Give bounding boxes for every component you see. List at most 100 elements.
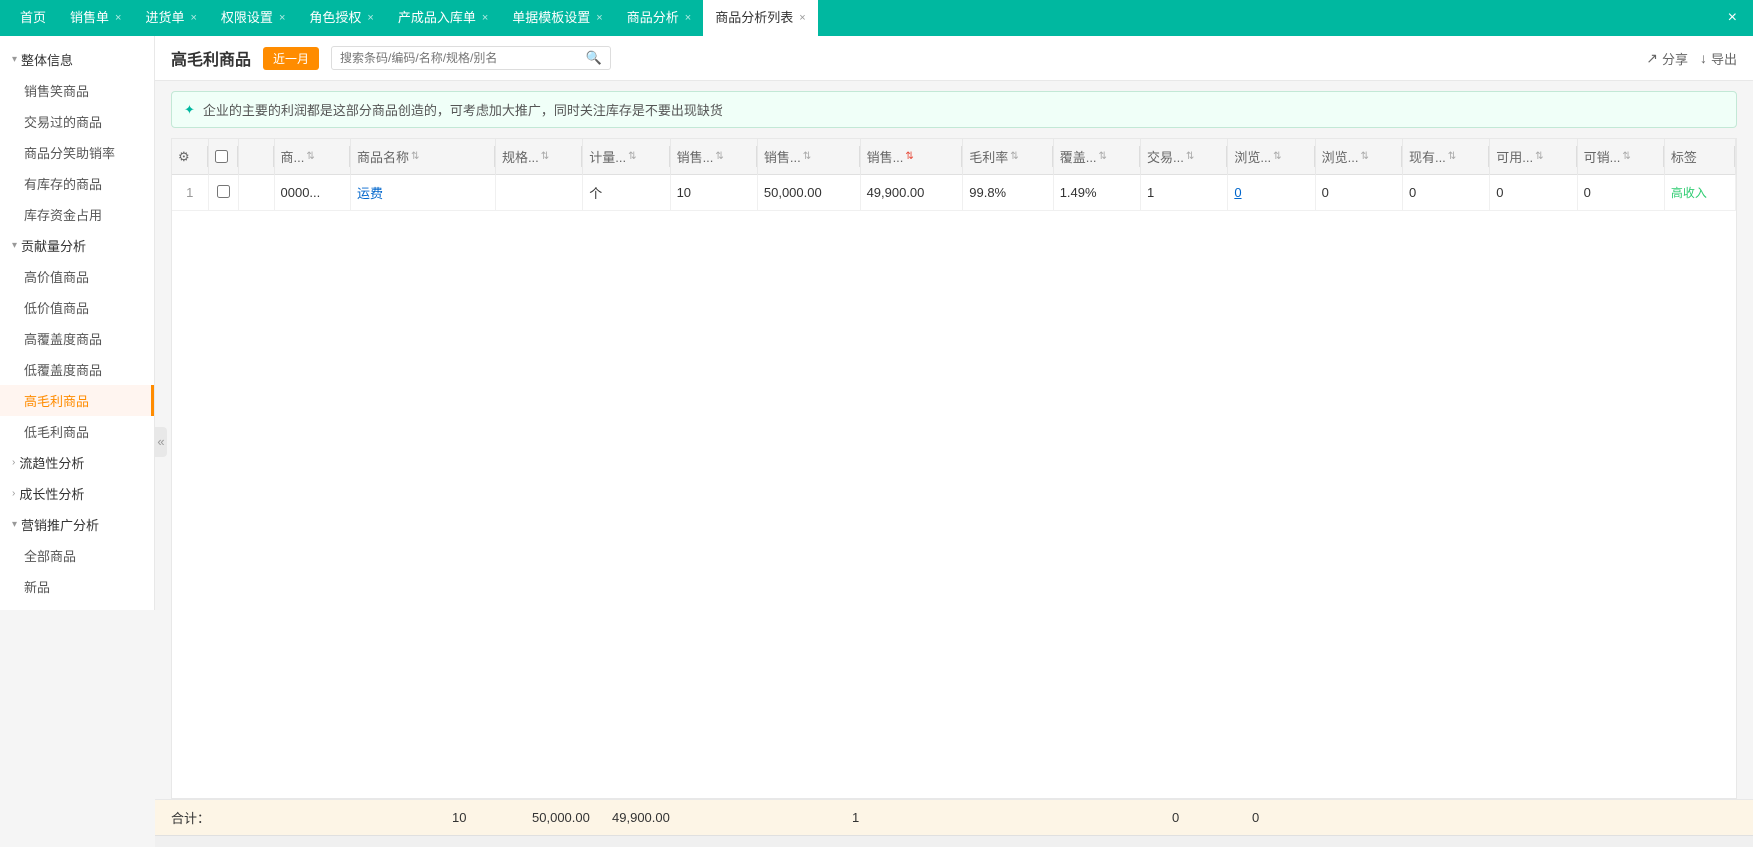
- sort-views2-icon[interactable]: ⇅: [1360, 151, 1368, 162]
- table-container: ⚙ 商...: [171, 138, 1737, 799]
- close-all-tabs[interactable]: ×: [1720, 9, 1745, 27]
- sort-gross-margin-icon[interactable]: ⇅: [1010, 151, 1018, 162]
- col-num: [238, 139, 274, 175]
- col-unit: 计量... ⇅: [583, 139, 670, 175]
- cell-transactions: 1: [1141, 175, 1228, 211]
- nav-product-analysis[interactable]: 商品分析 ×: [615, 0, 703, 36]
- footer-sales-qty: 10: [446, 810, 526, 825]
- sidebar-item-in-stock[interactable]: 有库存的商品: [0, 168, 154, 199]
- sidebar-collapse-button[interactable]: «: [155, 427, 167, 457]
- sort-sales-amount-icon[interactable]: ⇅: [803, 151, 811, 162]
- sidebar-group-marketing[interactable]: ▾ 营销推广分析: [0, 509, 154, 540]
- chevron-marketing-icon: ▾: [12, 519, 17, 530]
- close-product-analysis[interactable]: ×: [685, 0, 691, 36]
- nav-purchase-order[interactable]: 进货单 ×: [133, 0, 208, 36]
- nav-home[interactable]: 首页: [8, 0, 58, 36]
- close-permission-settings[interactable]: ×: [279, 0, 285, 36]
- nav-role-auth[interactable]: 角色授权 ×: [297, 0, 385, 36]
- sort-transactions-icon[interactable]: ⇅: [1186, 151, 1194, 162]
- cell-tag: 高收入: [1664, 175, 1735, 211]
- cell-spec: [495, 175, 582, 211]
- total-label: 合计：: [171, 808, 210, 827]
- sidebar-item-traded[interactable]: 交易过的商品: [0, 106, 154, 137]
- sort-spec-icon[interactable]: ⇅: [541, 151, 549, 162]
- sort-coverage-icon[interactable]: ⇅: [1099, 151, 1107, 162]
- close-template-settings[interactable]: ×: [596, 0, 602, 36]
- select-all-checkbox[interactable]: [215, 150, 228, 163]
- sort-current-stock-icon[interactable]: ⇅: [1448, 151, 1456, 162]
- nav-sales-order[interactable]: 销售单 ×: [58, 0, 133, 36]
- settings-icon[interactable]: ⚙: [178, 149, 190, 165]
- table-header-row: ⚙ 商...: [172, 139, 1736, 175]
- close-role-auth[interactable]: ×: [367, 0, 373, 36]
- sidebar-item-all-products[interactable]: 全部商品: [0, 540, 154, 571]
- col-sales-cost: 销售... ⇅: [860, 139, 963, 175]
- close-product-analysis-list[interactable]: ×: [799, 0, 805, 36]
- sidebar-item-sales-commodity[interactable]: 销售笑商品: [0, 75, 154, 106]
- sort-views1-icon[interactable]: ⇅: [1273, 151, 1281, 162]
- search-icon[interactable]: 🔍: [586, 50, 602, 66]
- cell-available: 0: [1490, 175, 1577, 211]
- search-box: 🔍: [331, 46, 611, 70]
- nav-product-inbound[interactable]: 产成品入库单 ×: [386, 0, 500, 36]
- chevron-flow-icon: ›: [12, 457, 15, 468]
- content-header: 高毛利商品 近一月 🔍 ↗ 分享 ↓ 导出: [155, 36, 1753, 81]
- sort-available-icon[interactable]: ⇅: [1535, 151, 1543, 162]
- share-button[interactable]: ↗ 分享: [1646, 49, 1688, 68]
- cell-coverage: 1.49%: [1053, 175, 1140, 211]
- sidebar-item-low-value[interactable]: 低价值商品: [0, 292, 154, 323]
- main-layout: ▾ 整体信息 销售笑商品 交易过的商品 商品分笑助销率 有库存的商品 库存资金占…: [0, 36, 1753, 847]
- sidebar-group-flow[interactable]: › 流趋性分析: [0, 447, 154, 478]
- page-title: 高毛利商品: [171, 46, 251, 70]
- sidebar-item-high-value[interactable]: 高价值商品: [0, 261, 154, 292]
- top-navigation: 首页 销售单 × 进货单 × 权限设置 × 角色授权 × 产成品入库单 × 单据…: [0, 0, 1753, 36]
- sort-code-icon[interactable]: ⇅: [306, 151, 314, 162]
- sidebar-item-stock-capital[interactable]: 库存资金占用: [0, 199, 154, 230]
- sort-sellable-icon[interactable]: ⇅: [1622, 151, 1630, 162]
- close-purchase-order[interactable]: ×: [190, 0, 196, 36]
- cell-sales-cost: 49,900.00: [860, 175, 963, 211]
- row-checkbox[interactable]: [217, 185, 230, 198]
- sidebar-wrapper: ▾ 整体信息 销售笑商品 交易过的商品 商品分笑助销率 有库存的商品 库存资金占…: [0, 36, 155, 847]
- filter-recent-month-button[interactable]: 近一月: [263, 47, 319, 70]
- cell-index: [238, 175, 274, 211]
- footer-sellable: 0: [1246, 810, 1326, 825]
- sort-unit-icon[interactable]: ⇅: [628, 151, 636, 162]
- col-views1: 浏览... ⇅: [1228, 139, 1315, 175]
- sidebar-group-growth[interactable]: › 成长性分析: [0, 478, 154, 509]
- search-input[interactable]: [340, 51, 580, 65]
- close-sales-order[interactable]: ×: [115, 0, 121, 36]
- horizontal-scrollbar[interactable]: [155, 835, 1753, 847]
- cell-name[interactable]: 运费: [350, 175, 495, 211]
- export-button[interactable]: ↓ 导出: [1700, 49, 1737, 68]
- col-spec: 规格... ⇅: [495, 139, 582, 175]
- cell-sellable: 0: [1577, 175, 1664, 211]
- sidebar-item-high-coverage[interactable]: 高覆盖度商品: [0, 323, 154, 354]
- chevron-contribution-icon: ▾: [12, 240, 17, 251]
- sidebar-item-new-products[interactable]: 新品: [0, 571, 154, 602]
- footer-sales-cost: 49,900.00: [606, 810, 686, 825]
- col-gross-margin: 毛利率 ⇅: [963, 139, 1053, 175]
- chevron-overall-icon: ▾: [12, 54, 17, 65]
- sidebar-item-low-coverage[interactable]: 低覆盖度商品: [0, 354, 154, 385]
- cell-views2: 0: [1315, 175, 1402, 211]
- sidebar-group-overall[interactable]: ▾ 整体信息: [0, 44, 154, 75]
- sort-sales-cost-icon[interactable]: ⇅: [905, 151, 913, 162]
- col-tag: 标签: [1664, 139, 1735, 175]
- col-name: 商品名称 ⇅: [350, 139, 495, 175]
- nav-template-settings[interactable]: 单据模板设置 ×: [500, 0, 614, 36]
- sort-sales-qty-icon[interactable]: ⇅: [715, 151, 723, 162]
- close-product-inbound[interactable]: ×: [482, 0, 488, 36]
- sidebar-item-sales-rate[interactable]: 商品分笑助销率: [0, 137, 154, 168]
- sidebar: ▾ 整体信息 销售笑商品 交易过的商品 商品分笑助销率 有库存的商品 库存资金占…: [0, 36, 155, 610]
- nav-product-analysis-list[interactable]: 商品分析列表 ×: [703, 0, 817, 36]
- sidebar-item-high-margin[interactable]: 高毛利商品: [0, 385, 154, 416]
- sidebar-item-low-margin[interactable]: 低毛利商品: [0, 416, 154, 447]
- col-checkbox: [208, 139, 238, 175]
- nav-permission-settings[interactable]: 权限设置 ×: [209, 0, 297, 36]
- sidebar-group-contribution[interactable]: ▾ 贡献量分析: [0, 230, 154, 261]
- info-banner: ✦ 企业的主要的利润都是这部分商品创造的，可考虑加大推广，同时关注库存是不要出现…: [171, 91, 1737, 128]
- cell-sales-qty: 10: [670, 175, 757, 211]
- sort-name-icon[interactable]: ⇅: [411, 151, 419, 162]
- col-current-stock: 现有... ⇅: [1402, 139, 1489, 175]
